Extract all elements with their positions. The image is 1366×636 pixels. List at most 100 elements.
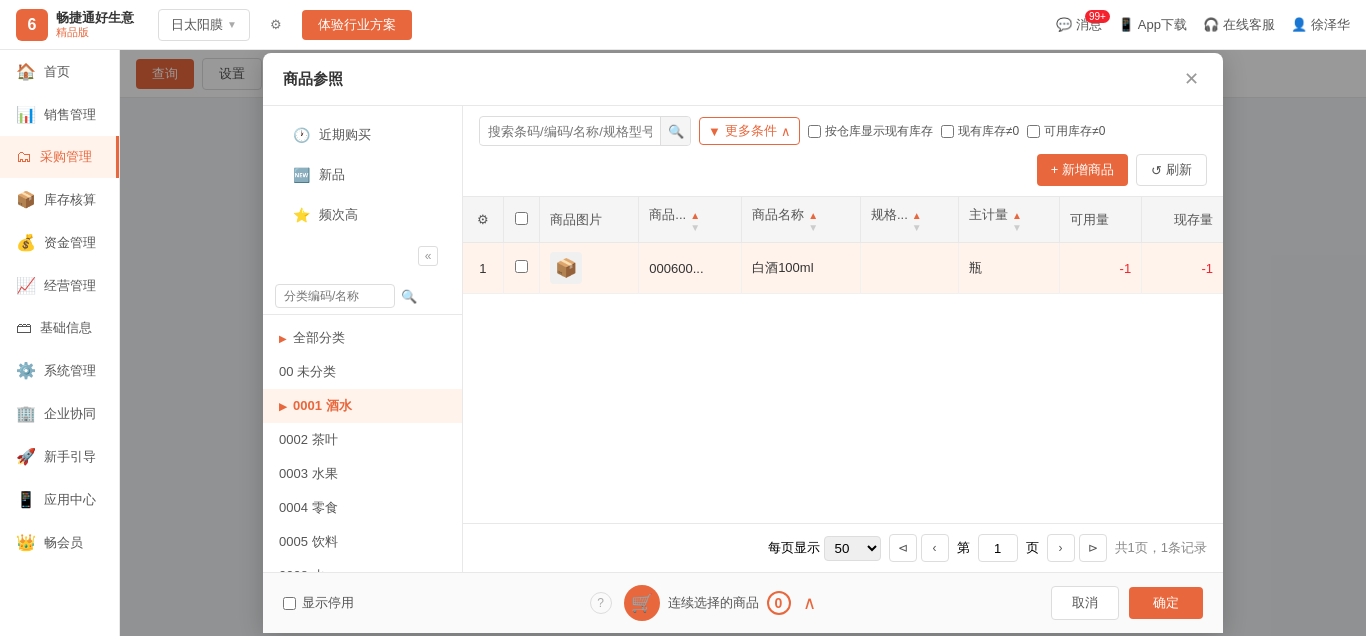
sidebar-label-basic: 基础信息 bbox=[40, 319, 92, 337]
exp-btn[interactable]: 体验行业方案 bbox=[302, 10, 412, 40]
select-all-checkbox[interactable] bbox=[515, 212, 528, 225]
cat-item-all[interactable]: ▶ 全部分类 bbox=[263, 321, 462, 355]
app-download-btn[interactable]: 📱 App下载 bbox=[1118, 16, 1187, 34]
sidebar-item-system[interactable]: ⚙️ 系统管理 bbox=[0, 349, 119, 392]
settings-icon[interactable]: ⚙ bbox=[262, 11, 290, 39]
sidebar-item-apps[interactable]: 📱 应用中心 bbox=[0, 478, 119, 521]
cat-label-all: 全部分类 bbox=[293, 329, 345, 347]
available-ne0-input[interactable] bbox=[1027, 125, 1040, 138]
cat-item-0005[interactable]: 0005 饮料 bbox=[263, 525, 462, 559]
confirm-btn[interactable]: 确定 bbox=[1129, 587, 1203, 619]
sales-icon: 📊 bbox=[16, 105, 36, 124]
quick-frequent[interactable]: ⭐ 频次高 bbox=[279, 198, 446, 232]
refresh-btn[interactable]: ↺ 刷新 bbox=[1136, 154, 1207, 186]
next-page-btn[interactable]: › bbox=[1047, 534, 1075, 562]
more-filters-btn[interactable]: ▼ 更多条件 ∧ bbox=[699, 117, 800, 145]
show-disabled-input[interactable] bbox=[283, 597, 296, 610]
app-download-label: App下载 bbox=[1138, 16, 1187, 34]
td-stock: -1 bbox=[1142, 243, 1223, 294]
cat-item-0008[interactable]: 0008 水 bbox=[263, 559, 462, 572]
th-code[interactable]: 商品...▲▼ bbox=[639, 197, 742, 243]
category-search-icon[interactable]: 🔍 bbox=[401, 289, 417, 304]
cat-item-00[interactable]: 00 未分类 bbox=[263, 355, 462, 389]
th-spec[interactable]: 规格...▲▼ bbox=[860, 197, 958, 243]
logo-text: 畅捷通好生意 精品版 bbox=[56, 10, 134, 39]
sidebar-label-enterprise: 企业协同 bbox=[44, 405, 96, 423]
stock-ne0-input[interactable] bbox=[941, 125, 954, 138]
th-unit[interactable]: 主计量▲▼ bbox=[959, 197, 1060, 243]
quick-new-label: 新品 bbox=[319, 166, 345, 184]
modal-right-panel: 🔍 ▼ 更多条件 ∧ 按仓库显示现有库存 bbox=[463, 106, 1223, 572]
cart-icon[interactable]: 🛒 bbox=[624, 585, 660, 621]
available-ne0-checkbox[interactable]: 可用库存≠0 bbox=[1027, 123, 1105, 140]
sidebar-item-sales[interactable]: 📊 销售管理 bbox=[0, 93, 119, 136]
quick-recent[interactable]: 🕐 近期购买 bbox=[279, 118, 446, 152]
add-product-btn[interactable]: + 新增商品 bbox=[1037, 154, 1128, 186]
product-search-btn[interactable]: 🔍 bbox=[660, 117, 690, 145]
filter-icon: ▼ bbox=[708, 124, 721, 139]
workspace-selector[interactable]: 日太阳膜 ▼ bbox=[158, 9, 250, 41]
last-page-btn[interactable]: ⊳ bbox=[1079, 534, 1107, 562]
user-profile-btn[interactable]: 👤 徐泽华 bbox=[1291, 16, 1350, 34]
category-search-input[interactable] bbox=[275, 284, 395, 308]
sidebar-item-basic[interactable]: 🗃 基础信息 bbox=[0, 307, 119, 349]
td-spec bbox=[860, 243, 958, 294]
category-search-area: 🔍 bbox=[263, 278, 462, 315]
quick-recent-label: 近期购买 bbox=[319, 126, 371, 144]
clock-icon: 🕐 bbox=[291, 125, 311, 145]
prev-page-btn[interactable]: ‹ bbox=[921, 534, 949, 562]
td-unit: 瓶 bbox=[959, 243, 1060, 294]
warehouse-stock-checkbox[interactable]: 按仓库显示现有库存 bbox=[808, 123, 933, 140]
page-size-select[interactable]: 10 20 50 100 bbox=[824, 536, 881, 561]
message-badge: 99+ bbox=[1085, 10, 1110, 23]
sidebar-item-inventory[interactable]: 📦 库存核算 bbox=[0, 178, 119, 221]
modal-close-button[interactable]: ✕ bbox=[1179, 67, 1203, 91]
page-number-input[interactable] bbox=[978, 534, 1018, 562]
show-disabled-checkbox[interactable]: 显示停用 bbox=[283, 594, 354, 612]
filter-label: 更多条件 bbox=[725, 122, 777, 140]
table-row[interactable]: 1 📦 000600... 白酒100ml bbox=[463, 243, 1223, 294]
purchase-icon: 🗂 bbox=[16, 148, 32, 166]
footer-right: 取消 确定 bbox=[1051, 586, 1203, 620]
quick-new[interactable]: 🆕 新品 bbox=[279, 158, 446, 192]
modal-title: 商品参照 bbox=[283, 70, 343, 89]
cancel-btn[interactable]: 取消 bbox=[1051, 586, 1119, 620]
sidebar-label-system: 系统管理 bbox=[44, 362, 96, 380]
cart-count: 0 bbox=[767, 591, 791, 615]
modal-toolbar: 🔍 ▼ 更多条件 ∧ 按仓库显示现有库存 bbox=[463, 106, 1223, 197]
help-btn[interactable]: ? bbox=[590, 592, 612, 614]
sidebar-label-guide: 新手引导 bbox=[44, 448, 96, 466]
td-code: 000600... bbox=[639, 243, 742, 294]
sidebar-item-home[interactable]: 🏠 首页 bbox=[0, 50, 119, 93]
headset-icon: 🎧 bbox=[1203, 17, 1219, 32]
product-search-input[interactable] bbox=[480, 119, 660, 144]
sidebar-label-purchase: 采购管理 bbox=[40, 148, 92, 166]
collapse-panel-btn[interactable]: « bbox=[418, 246, 438, 266]
th-name[interactable]: 商品名称▲▼ bbox=[742, 197, 861, 243]
cat-item-0001[interactable]: ▶ 0001 酒水 bbox=[263, 389, 462, 423]
main-content: 查询 设置 商品参照 ✕ 🕐 近期购买 bbox=[120, 50, 1366, 636]
sidebar-item-operation[interactable]: 📈 经营管理 bbox=[0, 264, 119, 307]
stock-ne0-checkbox[interactable]: 现有库存≠0 bbox=[941, 123, 1019, 140]
collapse-cart-btn[interactable]: ∧ bbox=[803, 592, 816, 614]
cat-item-0002[interactable]: 0002 茶叶 bbox=[263, 423, 462, 457]
sidebar-item-enterprise[interactable]: 🏢 企业协同 bbox=[0, 392, 119, 435]
warehouse-stock-input[interactable] bbox=[808, 125, 821, 138]
available-ne0-label: 可用库存≠0 bbox=[1044, 123, 1105, 140]
cat-item-0003[interactable]: 0003 水果 bbox=[263, 457, 462, 491]
cat-item-0004[interactable]: 0004 零食 bbox=[263, 491, 462, 525]
cart-label: 连续选择的商品 bbox=[668, 594, 759, 612]
sidebar-item-guide[interactable]: 🚀 新手引导 bbox=[0, 435, 119, 478]
sidebar-item-finance[interactable]: 💰 资金管理 bbox=[0, 221, 119, 264]
settings-col-icon[interactable]: ⚙ bbox=[477, 212, 489, 227]
row-checkbox[interactable] bbox=[515, 260, 528, 273]
refresh-label: 刷新 bbox=[1166, 161, 1192, 179]
first-page-btn[interactable]: ⊲ bbox=[889, 534, 917, 562]
service-btn[interactable]: 🎧 在线客服 bbox=[1203, 16, 1275, 34]
td-name: 白酒100ml bbox=[742, 243, 861, 294]
cat-label-0004: 0004 零食 bbox=[279, 500, 338, 515]
sidebar-item-purchase[interactable]: 🗂 采购管理 bbox=[0, 136, 119, 178]
messages-btn[interactable]: 💬 消息 99+ bbox=[1056, 16, 1102, 34]
sidebar-item-member[interactable]: 👑 畅会员 bbox=[0, 521, 119, 564]
td-seq: 1 bbox=[463, 243, 503, 294]
